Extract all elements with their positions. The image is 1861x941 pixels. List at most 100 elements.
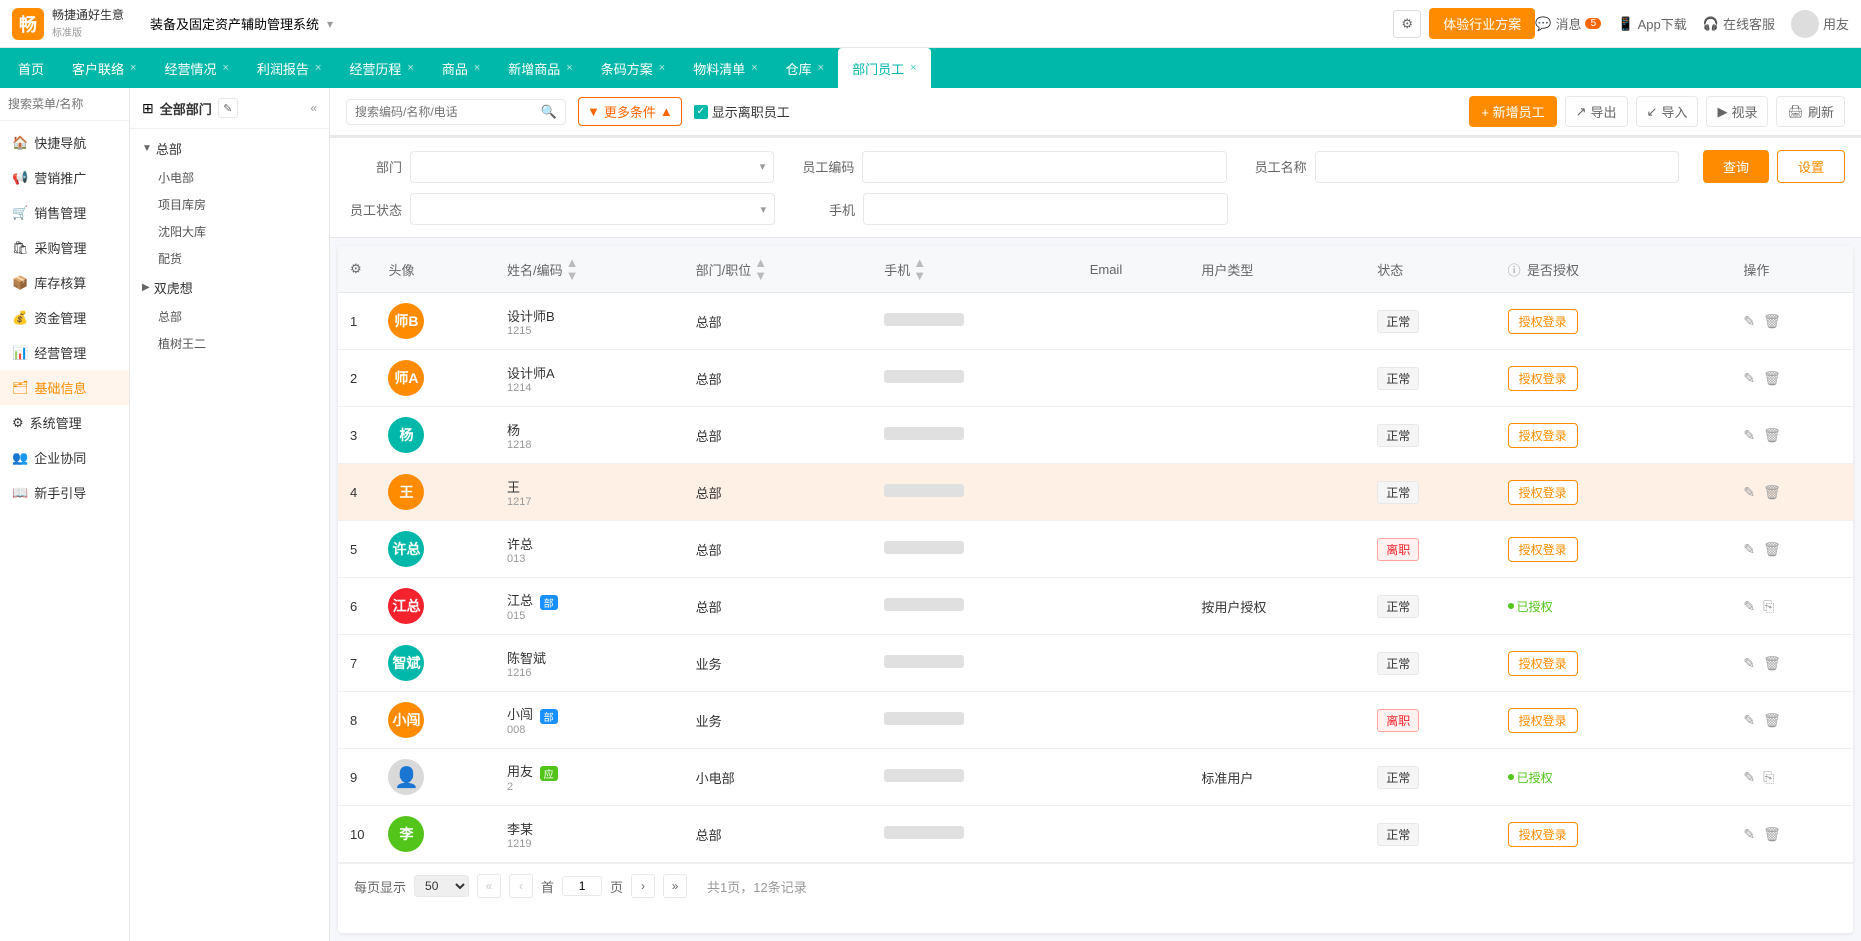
user-menu[interactable]: 用友 xyxy=(1791,10,1849,38)
edit-icon[interactable]: ✎ xyxy=(1743,313,1755,330)
edit-icon[interactable]: ✎ xyxy=(1743,484,1755,501)
delete-icon[interactable]: 🗑 xyxy=(1763,655,1781,672)
auth-login-button[interactable]: 授权登录 xyxy=(1508,651,1578,676)
edit-icon[interactable]: ✎ xyxy=(1743,370,1755,387)
sidebar-item-business[interactable]: 📊经营管理 xyxy=(0,335,129,370)
dept-child-project[interactable]: 项目库房 xyxy=(130,191,329,218)
delete-icon[interactable]: 🗑 xyxy=(1763,541,1781,558)
edit-icon[interactable]: ✎ xyxy=(1743,712,1755,729)
dept-sort[interactable]: 部门/职位 ▲▼ xyxy=(696,256,861,282)
nav-item-home[interactable]: 首页 xyxy=(4,48,58,88)
close-icon[interactable]: × xyxy=(910,62,916,74)
next-page-button[interactable]: › xyxy=(631,874,655,898)
sidebar-item-basic-info[interactable]: 🗂基础信息 xyxy=(0,370,129,405)
sidebar-item-collab[interactable]: 👥企业协同 xyxy=(0,440,129,475)
auth-login-button[interactable]: 授权登录 xyxy=(1508,537,1578,562)
emp-status-select[interactable]: ▾ xyxy=(410,193,775,225)
sidebar-item-inventory[interactable]: 📦库存核算 xyxy=(0,265,129,300)
dept-group-title-shuanghu[interactable]: ▶ 双虎想 xyxy=(130,272,329,303)
nav-item-customer[interactable]: 客户联络 × xyxy=(58,48,150,88)
delete-icon[interactable]: 🗑 xyxy=(1763,484,1781,501)
print-button[interactable]: 🖨 刷新 xyxy=(1776,96,1845,127)
close-icon[interactable]: × xyxy=(566,62,572,74)
dept-child-shenyang[interactable]: 沈阳大库 xyxy=(130,218,329,245)
export-button[interactable]: ↗ 导出 xyxy=(1565,96,1628,127)
emp-code-input[interactable] xyxy=(862,151,1226,183)
auth-login-button[interactable]: 授权登录 xyxy=(1508,822,1578,847)
settings-button[interactable]: ⚙ xyxy=(1393,10,1421,38)
page-input[interactable] xyxy=(562,876,602,896)
prev-page-button[interactable]: ‹ xyxy=(509,874,533,898)
sidebar-search-input[interactable] xyxy=(8,97,130,111)
auth-login-button[interactable]: 授权登录 xyxy=(1508,366,1578,391)
sidebar-item-quick-nav[interactable]: 🏠快捷导航 xyxy=(0,125,129,160)
th-dept-position[interactable]: 部门/职位 ▲▼ xyxy=(684,246,873,293)
dept-edit-button[interactable]: ✎ xyxy=(218,98,238,118)
auth-login-button[interactable]: 授权登录 xyxy=(1508,423,1578,448)
dept-child-zongbu[interactable]: 总部 xyxy=(130,303,329,330)
message-button[interactable]: 💬 消息 5 xyxy=(1535,14,1601,33)
nav-item-profit[interactable]: 利润报告 × xyxy=(243,48,335,88)
dept-collapse-button[interactable]: « xyxy=(310,101,317,115)
delete-icon[interactable]: 🗑 xyxy=(1763,712,1781,729)
dept-filter-select[interactable]: ▾ xyxy=(410,151,774,183)
set-button[interactable]: 设置 xyxy=(1777,150,1845,183)
dropdown-arrow-icon[interactable]: ▾ xyxy=(327,17,333,31)
edit-icon[interactable]: ✎ xyxy=(1743,541,1755,558)
delete-icon[interactable]: 🗑 xyxy=(1763,370,1781,387)
edit-icon[interactable]: ✎ xyxy=(1743,826,1755,843)
dept-child-zhishu[interactable]: 植树王二 xyxy=(130,330,329,357)
close-icon[interactable]: × xyxy=(751,62,757,74)
delete-icon[interactable]: 🗑 xyxy=(1763,313,1781,330)
close-icon[interactable]: × xyxy=(222,62,228,74)
close-icon[interactable]: × xyxy=(130,62,136,74)
auth-login-button[interactable]: 授权登录 xyxy=(1508,708,1578,733)
phone-input[interactable] xyxy=(863,193,1228,225)
emp-name-input[interactable] xyxy=(1315,151,1679,183)
search-input[interactable] xyxy=(355,105,535,119)
th-name-code[interactable]: 姓名/编码 ▲▼ xyxy=(495,246,684,293)
th-settings[interactable]: ⚙ xyxy=(338,246,376,293)
sidebar-item-finance[interactable]: 💰资金管理 xyxy=(0,300,129,335)
close-icon[interactable]: × xyxy=(818,62,824,74)
edit-icon[interactable]: ✎ xyxy=(1743,598,1755,615)
query-button[interactable]: 查询 xyxy=(1703,150,1769,183)
name-sort[interactable]: 姓名/编码 ▲▼ xyxy=(507,256,672,282)
nav-item-warehouse[interactable]: 仓库 × xyxy=(772,48,838,88)
th-phone[interactable]: 手机 ▲▼ xyxy=(872,246,1077,293)
app-download-button[interactable]: 📱 App下载 xyxy=(1617,14,1686,33)
close-icon[interactable]: × xyxy=(315,62,321,74)
auth-login-button[interactable]: 授权登录 xyxy=(1508,480,1578,505)
sidebar-item-sales[interactable]: 🛒销售管理 xyxy=(0,195,129,230)
edit-icon[interactable]: ✎ xyxy=(1743,655,1755,672)
nav-item-operation[interactable]: 经营情况 × xyxy=(150,48,242,88)
nav-item-dept-staff[interactable]: 部门员工 × xyxy=(838,48,930,88)
service-button[interactable]: 🎧 在线客服 xyxy=(1703,14,1775,33)
last-page-button[interactable]: » xyxy=(663,874,687,898)
sidebar-item-purchase[interactable]: 🛍采购管理 xyxy=(0,230,129,265)
show-departed-toggle[interactable]: ✓ 显示离职员工 xyxy=(694,102,790,121)
close-icon[interactable]: × xyxy=(407,62,413,74)
nav-item-goods[interactable]: 商品 × xyxy=(428,48,494,88)
delete-icon[interactable]: 🗑 xyxy=(1763,826,1781,843)
close-icon[interactable]: × xyxy=(474,62,480,74)
page-size-select[interactable]: 50 100 xyxy=(414,875,469,897)
dept-child-xiaodian[interactable]: 小电部 xyxy=(130,164,329,191)
delete-icon[interactable]: 🗑 xyxy=(1763,427,1781,444)
sidebar-item-system[interactable]: ⚙系统管理 xyxy=(0,405,129,440)
nav-item-bom[interactable]: 物料清单 × xyxy=(679,48,771,88)
add-employee-button[interactable]: + 新增员工 xyxy=(1469,96,1556,127)
close-icon[interactable]: × xyxy=(659,62,665,74)
sidebar-item-guide[interactable]: 📖新手引导 xyxy=(0,475,129,510)
dept-all-label[interactable]: 全部部门 xyxy=(160,99,212,118)
nav-item-add-goods[interactable]: 新增商品 × xyxy=(494,48,586,88)
more-filter-button[interactable]: ▼ 更多条件 ▲ xyxy=(578,97,682,126)
auth-login-button[interactable]: 授权登录 xyxy=(1508,309,1578,334)
import-button[interactable]: ↙ 导入 xyxy=(1636,96,1699,127)
sidebar-item-marketing[interactable]: 📢营销推广 xyxy=(0,160,129,195)
edit-icon[interactable]: ✎ xyxy=(1743,427,1755,444)
first-page-button[interactable]: « xyxy=(477,874,501,898)
copy-icon[interactable]: ⎘ xyxy=(1763,598,1774,615)
copy-icon[interactable]: ⎘ xyxy=(1763,769,1774,786)
nav-item-history[interactable]: 经营历程 × xyxy=(335,48,427,88)
